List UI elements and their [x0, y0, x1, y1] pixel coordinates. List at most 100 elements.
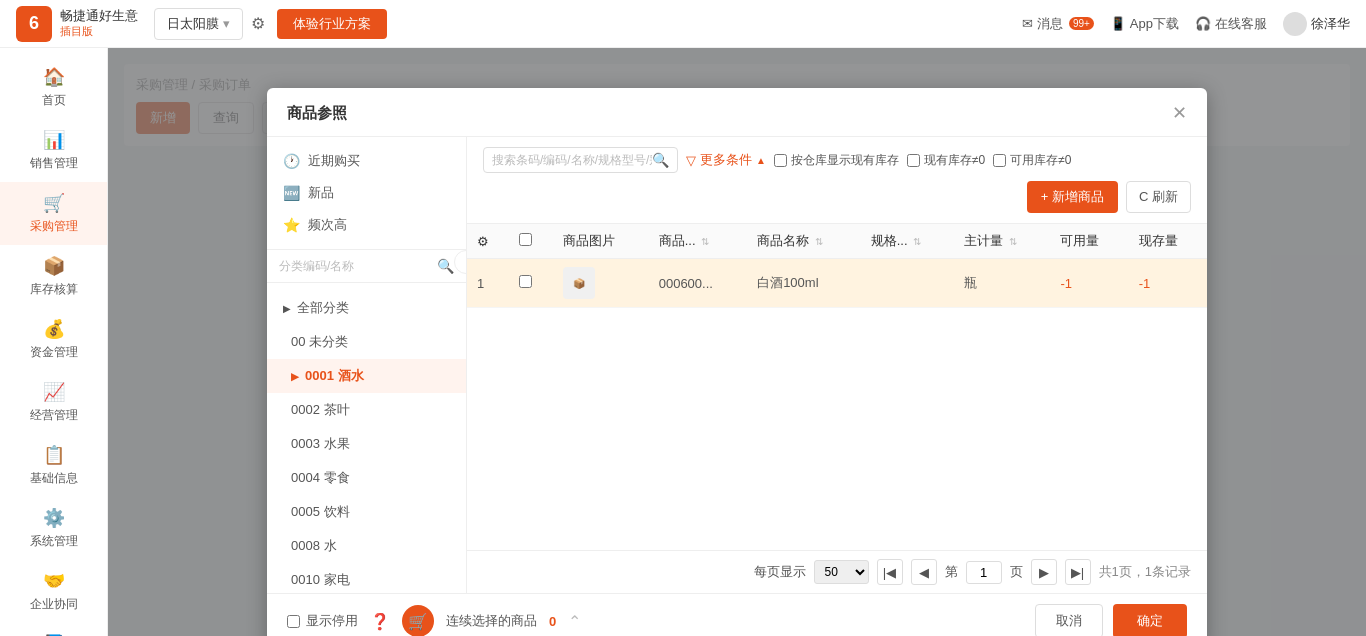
col-stock: 现存量	[1129, 224, 1207, 259]
col-unit: 主计量 ⇅	[954, 224, 1050, 259]
table-row[interactable]: 1 📦 000600... 白酒100ml 瓶	[467, 259, 1207, 308]
row-checkbox	[509, 259, 553, 308]
row-spec	[861, 259, 954, 308]
expand-active-icon: ▶	[291, 371, 299, 382]
category-0008[interactable]: 0008 水	[267, 529, 466, 563]
category-all[interactable]: ▶ 全部分类	[267, 291, 466, 325]
modal-body: 🕐 近期购买 🆕 新品 ⭐ 频次高	[267, 137, 1207, 593]
page-info: 共1页，1条记录	[1099, 563, 1191, 581]
modal-overlay: 商品参照 ✕ 🕐 近期购买 🆕	[108, 48, 1366, 636]
category-0003[interactable]: 0003 水果	[267, 427, 466, 461]
category-0002[interactable]: 0002 茶叶	[267, 393, 466, 427]
row-num: 1	[467, 259, 509, 308]
help-icon[interactable]: ❓	[370, 612, 390, 631]
sidebar-item-home[interactable]: 🏠 首页	[0, 56, 107, 119]
row-image: 📦	[553, 259, 648, 308]
star-icon: ⭐	[283, 217, 300, 233]
phone-icon: 📱	[1110, 16, 1126, 31]
modal-footer: 显示停用 ❓ 🛒 连续选择的商品 0 ⌃ 取消 确定	[267, 593, 1207, 636]
headset-icon: 🎧	[1195, 16, 1211, 31]
user-profile[interactable]: 徐泽华	[1283, 12, 1350, 36]
product-search-box: 🔍	[483, 147, 678, 173]
next-page-button[interactable]: ▶	[1031, 559, 1057, 585]
filter-warehouse-checkbox[interactable]: 按仓库显示现有库存	[774, 152, 899, 169]
category-0001[interactable]: ▶ 0001 酒水	[267, 359, 466, 393]
sidebar-item-finance[interactable]: 💰 资金管理	[0, 308, 107, 371]
logo-text: 畅捷通好生意 插目版	[60, 8, 138, 40]
chevron-up-icon: ▲	[756, 155, 766, 166]
more-filters-button[interactable]: ▽ 更多条件 ▲	[686, 151, 766, 169]
sidebar-item-sales[interactable]: 📊 销售管理	[0, 119, 107, 182]
col-checkbox	[509, 224, 553, 259]
row-code: 000600...	[649, 259, 747, 308]
new-icon: 🆕	[283, 185, 300, 201]
home-icon: 🏠	[43, 66, 65, 88]
top-navigation: 6 畅捷通好生意 插目版 日太阳膜 ▾ ⚙ 体验行业方案 ✉ 消息 99+ 📱 …	[0, 0, 1366, 48]
col-available: 可用量	[1050, 224, 1128, 259]
col-spec: 规格... ⇅	[861, 224, 954, 259]
sidebar-item-guide[interactable]: 📘 新手引导	[0, 623, 107, 636]
sidebar-item-enterprise[interactable]: 🤝 企业协同	[0, 560, 107, 623]
sidebar-item-inventory[interactable]: 📦 库存核算	[0, 245, 107, 308]
category-0010[interactable]: 0010 家电	[267, 563, 466, 593]
modal-close-button[interactable]: ✕	[1172, 102, 1187, 124]
try-industry-button[interactable]: 体验行业方案	[277, 9, 387, 39]
last-page-button[interactable]: ▶|	[1065, 559, 1091, 585]
store-selector[interactable]: 日太阳膜 ▾	[154, 8, 243, 40]
prev-page-button[interactable]: ◀	[911, 559, 937, 585]
clock-icon: 🕐	[283, 153, 300, 169]
enterprise-icon: 🤝	[43, 570, 65, 592]
cancel-button[interactable]: 取消	[1035, 604, 1103, 636]
quick-link-new[interactable]: 🆕 新品	[267, 177, 466, 209]
nav-right: ✉ 消息 99+ 📱 App下载 🎧 在线客服 徐泽华	[1022, 12, 1350, 36]
sidebar-item-system[interactable]: ⚙️ 系统管理	[0, 497, 107, 560]
first-page-button[interactable]: |◀	[877, 559, 903, 585]
product-search-input[interactable]	[492, 153, 652, 167]
action-buttons: + 新增商品 C 刷新	[1027, 181, 1191, 213]
product-panel: 🔍 ▽ 更多条件 ▲ 按仓库显示现有库存	[467, 137, 1207, 593]
show-disabled-checkbox[interactable]: 显示停用	[287, 612, 358, 630]
category-0004[interactable]: 0004 零食	[267, 461, 466, 495]
filter-existing-stock-checkbox[interactable]: 现有库存≠0	[907, 152, 985, 169]
add-product-button[interactable]: + 新增商品	[1027, 181, 1118, 213]
row-stock: -1	[1129, 259, 1207, 308]
confirm-button[interactable]: 确定	[1113, 604, 1187, 636]
purchase-icon: 🛒	[43, 192, 65, 214]
category-search-icon[interactable]: 🔍	[437, 258, 454, 274]
filter-bar: 🔍 ▽ 更多条件 ▲ 按仓库显示现有库存	[467, 137, 1207, 224]
messages-item[interactable]: ✉ 消息 99+	[1022, 15, 1094, 33]
sidebar-item-operation[interactable]: 📈 经营管理	[0, 371, 107, 434]
sidebar-item-purchase[interactable]: 🛒 采购管理	[0, 182, 107, 245]
per-page-select[interactable]: 10 20 50 100	[814, 560, 869, 584]
logo-area: 6 畅捷通好生意 插目版	[16, 6, 138, 42]
product-image: 📦	[563, 267, 595, 299]
basic-info-icon: 📋	[43, 444, 65, 466]
operation-icon: 📈	[43, 381, 65, 403]
refresh-button[interactable]: C 刷新	[1126, 181, 1191, 213]
gear-icon[interactable]: ⚙	[477, 234, 489, 249]
cart-icon[interactable]: 🛒	[402, 605, 434, 636]
row-name: 白酒100ml	[747, 259, 861, 308]
quick-links: 🕐 近期购买 🆕 新品 ⭐ 频次高	[267, 137, 466, 250]
table-header-row: ⚙ 商品图片 商品... ⇅ 商品名称 ⇅ 规格... ⇅ 主计量 ⇅ 可用量	[467, 224, 1207, 259]
category-search: 🔍	[267, 250, 466, 283]
category-0005[interactable]: 0005 饮料	[267, 495, 466, 529]
product-search-button[interactable]: 🔍	[652, 152, 669, 168]
settings-icon[interactable]: ⚙	[251, 14, 265, 33]
collapse-selected-icon[interactable]: ⌃	[568, 612, 581, 631]
row-available: -1	[1050, 259, 1128, 308]
avatar	[1283, 12, 1307, 36]
page-number-input[interactable]	[966, 561, 1002, 584]
quick-link-frequent[interactable]: ⭐ 频次高	[267, 209, 466, 241]
category-list: ▶ 全部分类 00 未分类 ▶ 0001 酒水 0002 茶	[267, 283, 466, 593]
app-download-item[interactable]: 📱 App下载	[1110, 15, 1179, 33]
online-service-item[interactable]: 🎧 在线客服	[1195, 15, 1267, 33]
sidebar-item-basic-info[interactable]: 📋 基础信息	[0, 434, 107, 497]
col-settings: ⚙	[467, 224, 509, 259]
category-00[interactable]: 00 未分类	[267, 325, 466, 359]
logo-icon: 6	[16, 6, 52, 42]
category-search-input[interactable]	[279, 259, 437, 273]
select-all-checkbox[interactable]	[519, 233, 532, 246]
quick-link-recent[interactable]: 🕐 近期购买	[267, 145, 466, 177]
filter-available-stock-checkbox[interactable]: 可用库存≠0	[993, 152, 1071, 169]
